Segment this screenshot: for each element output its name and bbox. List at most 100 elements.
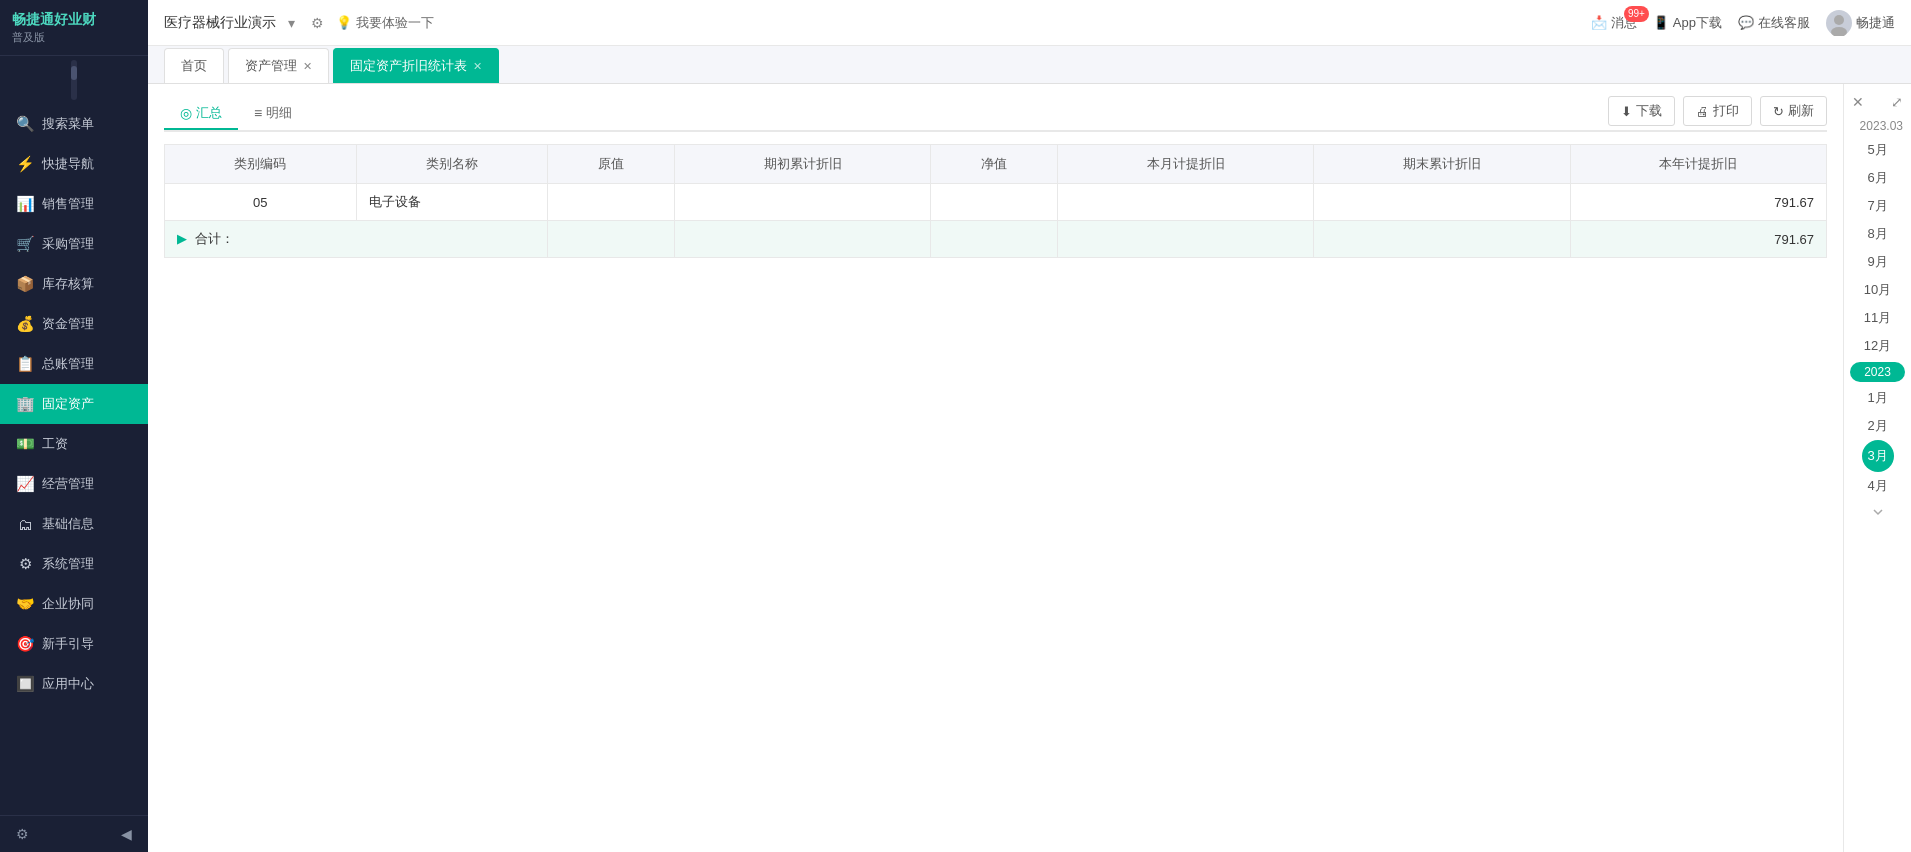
download-icon: ⬇ (1621, 104, 1632, 119)
sidebar-item-salary[interactable]: 💵 工资 (0, 424, 148, 464)
tab-asset-mgmt[interactable]: 资产管理 ✕ (228, 48, 329, 83)
sidebar-item-finance[interactable]: 💰 资金管理 (0, 304, 148, 344)
tabbar: 首页 资产管理 ✕ 固定资产折旧统计表 ✕ (148, 46, 1911, 84)
table-header-row: 类别编码 类别名称 原值 期初累计折旧 净值 本月计提折旧 期末累计折旧 本年计… (165, 145, 1827, 184)
month-10[interactable]: 10月 (1844, 276, 1911, 304)
col-original-value: 原值 (548, 145, 675, 184)
col-monthly-depreciation: 本月计提折旧 (1058, 145, 1314, 184)
sidebar-item-inventory[interactable]: 📦 库存核算 (0, 264, 148, 304)
month-12[interactable]: 12月 (1844, 332, 1911, 360)
user-menu[interactable]: 畅捷通 (1826, 10, 1895, 36)
right-panel: ✕ ⤢ 2023.03 5月 6月 7月 8月 9月 10月 11月 12月 2… (1843, 84, 1911, 852)
ledger-icon: 📋 (16, 355, 34, 373)
money-icon: 💰 (16, 315, 34, 333)
content: ◎ 汇总 ≡ 明细 ⬇ 下载 🖨 打印 (148, 84, 1911, 852)
topbar-left: 医疗器械行业演示 ▾ ⚙ 💡 我要体验一下 (164, 11, 434, 35)
month-5[interactable]: 5月 (1844, 136, 1911, 164)
messages-btn[interactable]: 📩 消息 99+ (1591, 14, 1637, 32)
collapse-icon[interactable]: ◀ (121, 826, 132, 842)
cell-year-depreciation: 791.67 (1570, 184, 1826, 221)
depreciation-table: 类别编码 类别名称 原值 期初累计折旧 净值 本月计提折旧 期末累计折旧 本年计… (164, 144, 1827, 258)
view-tab-detail[interactable]: ≡ 明细 (238, 98, 308, 130)
view-toggle: ◎ 汇总 ≡ 明细 ⬇ 下载 🖨 打印 (164, 96, 1827, 132)
sidebar-item-sales[interactable]: 📊 销售管理 (0, 184, 148, 224)
col-year-depreciation: 本年计提折旧 (1570, 145, 1826, 184)
box-icon: 📦 (16, 275, 34, 293)
enterprise-icon: 🤝 (16, 595, 34, 613)
sidebar-logo: 畅捷通好业财 (12, 10, 96, 28)
current-period-label: 2023.03 (1844, 116, 1911, 136)
main-area: 医疗器械行业演示 ▾ ⚙ 💡 我要体验一下 📩 消息 99+ 📱 App下载 💬… (148, 0, 1911, 852)
summary-monthly-depreciation (1058, 221, 1314, 258)
app-download-btn[interactable]: 📱 App下载 (1653, 14, 1722, 32)
company-dropdown-icon[interactable]: ▾ (284, 11, 299, 35)
sidebar-item-basicinfo[interactable]: 🗂 基础信息 (0, 504, 148, 544)
sidebar-item-appcenter[interactable]: 🔲 应用中心 (0, 664, 148, 704)
refresh-btn[interactable]: ↻ 刷新 (1760, 96, 1827, 126)
sidebar-item-fixedasset[interactable]: 🏢 固定资产 (0, 384, 148, 424)
service-icon: 💬 (1738, 15, 1754, 30)
company-name: 医疗器械行业演示 (164, 14, 276, 32)
sidebar-item-enterprise[interactable]: 🤝 企业协同 (0, 584, 148, 624)
month-9[interactable]: 9月 (1844, 248, 1911, 276)
topbar: 医疗器械行业演示 ▾ ⚙ 💡 我要体验一下 📩 消息 99+ 📱 App下载 💬… (148, 0, 1911, 46)
download-icon: 📱 (1653, 15, 1669, 30)
svg-point-0 (1834, 15, 1844, 25)
summary-icon: ◎ (180, 105, 192, 121)
salary-icon: 💵 (16, 435, 34, 453)
year-2023[interactable]: 2023 (1850, 362, 1905, 382)
tab-fixed-depreciation[interactable]: 固定资产折旧统计表 ✕ (333, 48, 499, 83)
print-btn[interactable]: 🖨 打印 (1683, 96, 1752, 126)
month-8[interactable]: 8月 (1844, 220, 1911, 248)
sidebar-item-ledger[interactable]: 📋 总账管理 (0, 344, 148, 384)
download-btn[interactable]: ⬇ 下载 (1608, 96, 1675, 126)
app-icon: 🔲 (16, 675, 34, 693)
sidebar-item-guide[interactable]: 🎯 新手引导 (0, 624, 148, 664)
print-icon: 🖨 (1696, 104, 1709, 119)
view-tab-summary[interactable]: ◎ 汇总 (164, 98, 238, 130)
month-2[interactable]: 2月 (1844, 412, 1911, 440)
search-icon: 🔍 (16, 115, 34, 133)
month-4[interactable]: 4月 (1844, 472, 1911, 500)
cell-period-end-depreciation (1314, 184, 1570, 221)
col-initial-depreciation: 期初累计折旧 (675, 145, 931, 184)
nav-down-icon[interactable] (1844, 500, 1911, 527)
cart-icon: 🛒 (16, 235, 34, 253)
month-11[interactable]: 11月 (1844, 304, 1911, 332)
content-main: ◎ 汇总 ≡ 明细 ⬇ 下载 🖨 打印 (148, 84, 1843, 852)
sidebar-version: 普及版 (12, 30, 45, 45)
sidebar-item-management[interactable]: 📈 经营管理 (0, 464, 148, 504)
experience-btn[interactable]: 💡 我要体验一下 (336, 14, 434, 32)
summary-year-depreciation: 791.67 (1570, 221, 1826, 258)
summary-label: ▶ 合计： (165, 221, 548, 258)
sidebar-header: 畅捷通好业财 普及版 (0, 0, 148, 56)
col-code: 类别编码 (165, 145, 357, 184)
guide-icon: 🎯 (16, 635, 34, 653)
sidebar-item-system[interactable]: ⚙ 系统管理 (0, 544, 148, 584)
cell-original-value (548, 184, 675, 221)
summary-initial-depreciation (675, 221, 931, 258)
sidebar-item-search[interactable]: 🔍 搜索菜单 (0, 104, 148, 144)
panel-expand-btn[interactable]: ⤢ (1889, 92, 1905, 112)
month-7[interactable]: 7月 (1844, 192, 1911, 220)
cell-monthly-depreciation (1058, 184, 1314, 221)
message-icon: 📩 (1591, 15, 1607, 30)
sidebar-item-purchase[interactable]: 🛒 采购管理 (0, 224, 148, 264)
cell-name: 电子设备 (356, 184, 548, 221)
tab-close-fixed-depreciation[interactable]: ✕ (473, 60, 482, 73)
col-name: 类别名称 (356, 145, 548, 184)
month-3-active[interactable]: 3月 (1862, 440, 1894, 472)
company-settings-icon[interactable]: ⚙ (307, 11, 328, 35)
tab-close-asset-mgmt[interactable]: ✕ (303, 60, 312, 73)
month-6[interactable]: 6月 (1844, 164, 1911, 192)
customer-service-btn[interactable]: 💬 在线客服 (1738, 14, 1810, 32)
settings-footer-icon[interactable]: ⚙ (16, 826, 29, 842)
col-period-end-depreciation: 期末累计折旧 (1314, 145, 1570, 184)
sidebar-item-quicknav[interactable]: ⚡ 快捷导航 (0, 144, 148, 184)
management-icon: 📈 (16, 475, 34, 493)
tab-home[interactable]: 首页 (164, 48, 224, 83)
panel-close-btn[interactable]: ✕ (1850, 92, 1866, 112)
expand-icon[interactable]: ▶ (177, 231, 187, 246)
month-1[interactable]: 1月 (1844, 384, 1911, 412)
building-icon: 🏢 (16, 395, 34, 413)
